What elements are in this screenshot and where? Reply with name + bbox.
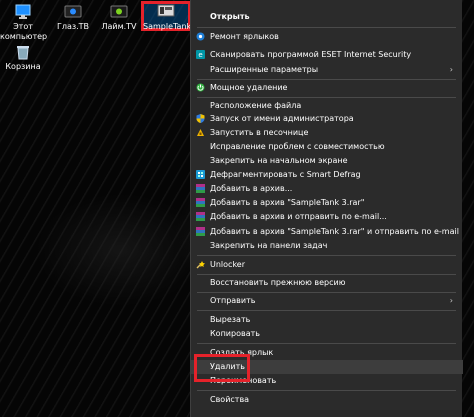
menu-item-send-to[interactable]: Отправить › [191, 294, 463, 307]
menu-item-label: Восстановить прежнюю версию [210, 278, 346, 287]
menu-item-smart-defrag[interactable]: Дефрагментировать с Smart Defrag [191, 168, 463, 181]
winrar-icon [196, 198, 205, 207]
recycle-bin-icon [14, 44, 32, 60]
desktop-icon-label: Лайм.TV [101, 22, 137, 31]
desktop-icon-glaz-tv[interactable]: Глаз.ТВ [50, 4, 96, 32]
menu-item-label: Расположение файла [210, 101, 302, 110]
desktop-icon-this-pc[interactable]: Этот компьютер [0, 4, 48, 42]
menu-separator [197, 255, 456, 256]
menu-item-label: Отправить [210, 296, 256, 305]
menu-item-compatibility[interactable]: Исправление проблем с совместимостью [191, 140, 463, 153]
menu-separator [197, 310, 456, 311]
menu-item-label: Ремонт ярлыков [210, 32, 279, 41]
defrag-icon [196, 170, 205, 179]
menu-separator [197, 343, 456, 344]
desktop-icon-label: SampleTank [143, 22, 192, 31]
repair-icon [196, 32, 205, 41]
menu-item-advanced-options[interactable]: Расширенные параметры › [191, 63, 463, 76]
menu-item-add-to-rar[interactable]: Добавить в архив "SampleTank 3.rar" [191, 196, 463, 209]
svg-text:e: e [198, 51, 202, 59]
menu-item-label: Запуск от имени администратора [210, 114, 354, 123]
delete-highlight-box [194, 354, 250, 382]
computer-icon [14, 4, 32, 20]
menu-item-label: Добавить в архив "SampleTank 3.rar" [210, 198, 365, 207]
winrar-icon [196, 227, 205, 236]
menu-item-label: Расширенные параметры [210, 65, 319, 74]
menu-item-eset-scan[interactable]: e Сканировать программой ESET Internet S… [191, 48, 463, 61]
menu-item-rar-and-email[interactable]: Добавить в архив "SampleTank 3.rar" и от… [191, 225, 463, 238]
menu-separator [197, 274, 456, 275]
menu-item-repair-shortcuts[interactable]: Ремонт ярлыков [191, 30, 463, 43]
chevron-right-icon: › [449, 296, 453, 305]
desktop-icon-sampletank[interactable]: SampleTank [143, 4, 192, 32]
menu-item-label: Открыть [210, 12, 250, 21]
menu-item-restore-previous[interactable]: Восстановить прежнюю версию [191, 276, 463, 289]
menu-separator [197, 292, 456, 293]
tv-app-icon [110, 4, 128, 20]
winrar-icon [196, 212, 205, 221]
menu-item-label: Исправление проблем с совместимостью [210, 142, 385, 151]
menu-separator [197, 390, 456, 391]
menu-item-cut[interactable]: Вырезать [191, 313, 463, 326]
power-delete-icon [196, 83, 205, 92]
menu-item-run-in-sandbox[interactable]: Запустить в песочнице [191, 126, 463, 139]
menu-item-archive-and-email[interactable]: Добавить в архив и отправить по e-mail..… [191, 210, 463, 223]
menu-item-label: Сканировать программой ESET Internet Sec… [210, 50, 412, 59]
menu-item-pin-to-taskbar[interactable]: Закрепить на панели задач [191, 239, 463, 252]
unlocker-icon [196, 260, 205, 269]
menu-item-file-location[interactable]: Расположение файла [191, 99, 463, 112]
winrar-icon [196, 184, 205, 193]
menu-item-label: Вырезать [210, 315, 251, 324]
desktop-icon-laim-tv[interactable]: Лайм.TV [96, 4, 142, 32]
menu-item-copy[interactable]: Копировать [191, 327, 463, 340]
menu-item-properties[interactable]: Свойства [191, 393, 463, 406]
menu-item-label: Свойства [210, 395, 250, 404]
menu-item-label: Добавить в архив "SampleTank 3.rar" и от… [210, 227, 459, 236]
menu-item-run-as-admin[interactable]: Запуск от имени администратора [191, 112, 463, 125]
shield-icon [196, 114, 205, 123]
menu-item-label: Копировать [210, 329, 260, 338]
menu-item-label: Дефрагментировать с Smart Defrag [210, 170, 361, 179]
menu-item-label: Добавить в архив и отправить по e-mail..… [210, 212, 387, 221]
menu-item-label: Закрепить на панели задач [210, 241, 328, 250]
menu-separator [197, 27, 456, 28]
menu-separator [197, 79, 456, 80]
sandbox-icon [196, 128, 205, 137]
menu-item-label: Добавить в архив... [210, 184, 293, 193]
desktop-icon-recycle-bin[interactable]: Корзина [0, 44, 46, 72]
menu-item-unlocker[interactable]: Unlocker [191, 258, 463, 271]
menu-item-add-to-archive[interactable]: Добавить в архив... [191, 182, 463, 195]
chevron-right-icon: › [449, 65, 453, 74]
tv-app-icon [64, 4, 82, 20]
menu-item-label: Unlocker [210, 260, 245, 269]
menu-item-pin-to-start[interactable]: Закрепить на начальном экране [191, 154, 463, 167]
sampletank-icon [157, 4, 175, 20]
menu-item-label: Закрепить на начальном экране [210, 156, 348, 165]
menu-separator [197, 97, 456, 98]
desktop-icon-label: Глаз.ТВ [56, 22, 90, 31]
menu-item-power-delete[interactable]: Мощное удаление [191, 81, 463, 94]
menu-item-label: Мощное удаление [210, 83, 288, 92]
desktop-icon-label: Корзина [5, 62, 41, 71]
eset-icon: e [196, 50, 205, 59]
desktop-icon-label: Этот компьютер [0, 22, 48, 41]
menu-item-open[interactable]: Открыть [191, 10, 463, 23]
menu-item-label: Запустить в песочнице [210, 128, 309, 137]
